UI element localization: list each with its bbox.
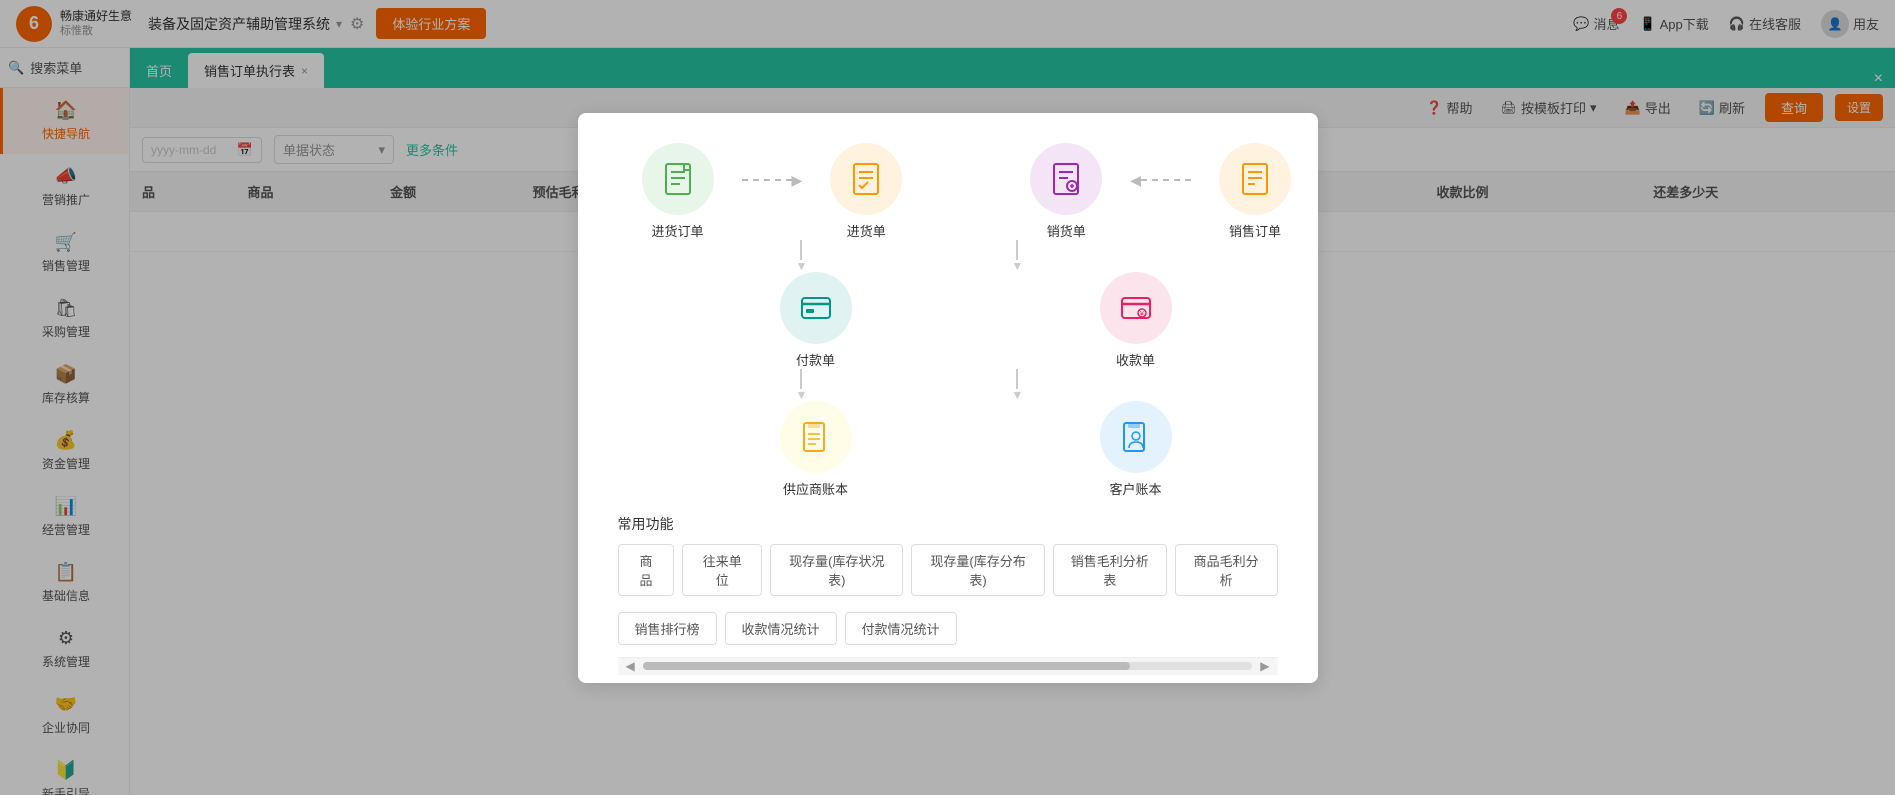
modal-overlay[interactable]: 进货订单 ▶ 进货单 bbox=[0, 0, 1895, 795]
func-btn-销售毛利分析表[interactable]: 销售毛利分析表 bbox=[1053, 544, 1167, 596]
scroll-track[interactable] bbox=[643, 662, 1253, 670]
sales-bill-circle bbox=[1030, 143, 1102, 215]
quick-nav-modal: 进货订单 ▶ 进货单 bbox=[578, 113, 1318, 683]
scrollbar-row: ◀ ▶ bbox=[618, 657, 1278, 675]
func-btn-收款情况统计[interactable]: 收款情况统计 bbox=[725, 612, 837, 645]
purchase-bill-label: 进货单 bbox=[847, 221, 886, 240]
purchase-order-circle bbox=[642, 143, 714, 215]
sales-order-label: 销售订单 bbox=[1229, 221, 1281, 240]
svg-text:¥: ¥ bbox=[1140, 311, 1144, 318]
common-functions: 常用功能 商品往来单位现存量(库存状况表)现存量(库存分布表)销售毛利分析表商品… bbox=[618, 514, 1278, 645]
scroll-right-arrow[interactable]: ▶ bbox=[1256, 659, 1273, 673]
customer-account-circle bbox=[1100, 401, 1172, 473]
sales-order-circle bbox=[1219, 143, 1291, 215]
flow-node-supplier-account[interactable]: 供应商账本 bbox=[756, 401, 876, 498]
flow-node-customer-account[interactable]: 客户账本 bbox=[1076, 401, 1196, 498]
customer-account-label: 客户账本 bbox=[1109, 479, 1161, 498]
flow-node-sales-order[interactable]: 销售订单 bbox=[1195, 143, 1315, 240]
supplier-account-label: 供应商账本 bbox=[783, 479, 848, 498]
flow-node-purchase-bill[interactable]: 进货单 bbox=[806, 143, 926, 240]
common-functions-title: 常用功能 bbox=[618, 514, 1278, 534]
sales-bill-label: 销货单 bbox=[1047, 221, 1086, 240]
flow-node-receipt[interactable]: ¥ 收款单 bbox=[1076, 272, 1196, 369]
func-btn-往来单位[interactable]: 往来单位 bbox=[682, 544, 762, 596]
flow-node-sales-bill[interactable]: 销货单 bbox=[1006, 143, 1126, 240]
flow-node-purchase-order[interactable]: 进货订单 bbox=[618, 143, 738, 240]
payment-circle bbox=[780, 272, 852, 344]
func-btn-商品[interactable]: 商品 bbox=[618, 544, 675, 596]
receipt-label: 收款单 bbox=[1116, 350, 1155, 369]
flow-diagram: 进货订单 ▶ 进货单 bbox=[618, 143, 1278, 498]
function-buttons: 商品往来单位现存量(库存状况表)现存量(库存分布表)销售毛利分析表商品毛利分析销… bbox=[618, 544, 1278, 645]
func-btn-现存量库存状况表[interactable]: 现存量(库存状况表) bbox=[770, 544, 903, 596]
func-btn-销售排行榜[interactable]: 销售排行榜 bbox=[618, 612, 717, 645]
purchase-bill-circle bbox=[830, 143, 902, 215]
func-btn-现存量库存分布表[interactable]: 现存量(库存分布表) bbox=[911, 544, 1044, 596]
modal-content: 进货订单 ▶ 进货单 bbox=[578, 113, 1318, 683]
supplier-account-circle bbox=[780, 401, 852, 473]
purchase-order-label: 进货订单 bbox=[651, 221, 703, 240]
payment-label: 付款单 bbox=[796, 350, 835, 369]
func-btn-付款情况统计[interactable]: 付款情况统计 bbox=[845, 612, 957, 645]
scroll-thumb bbox=[643, 662, 1131, 670]
receipt-circle: ¥ bbox=[1100, 272, 1172, 344]
scroll-left-arrow[interactable]: ◀ bbox=[622, 659, 639, 673]
flow-node-payment[interactable]: 付款单 bbox=[756, 272, 876, 369]
func-btn-商品毛利分析[interactable]: 商品毛利分析 bbox=[1175, 544, 1278, 596]
